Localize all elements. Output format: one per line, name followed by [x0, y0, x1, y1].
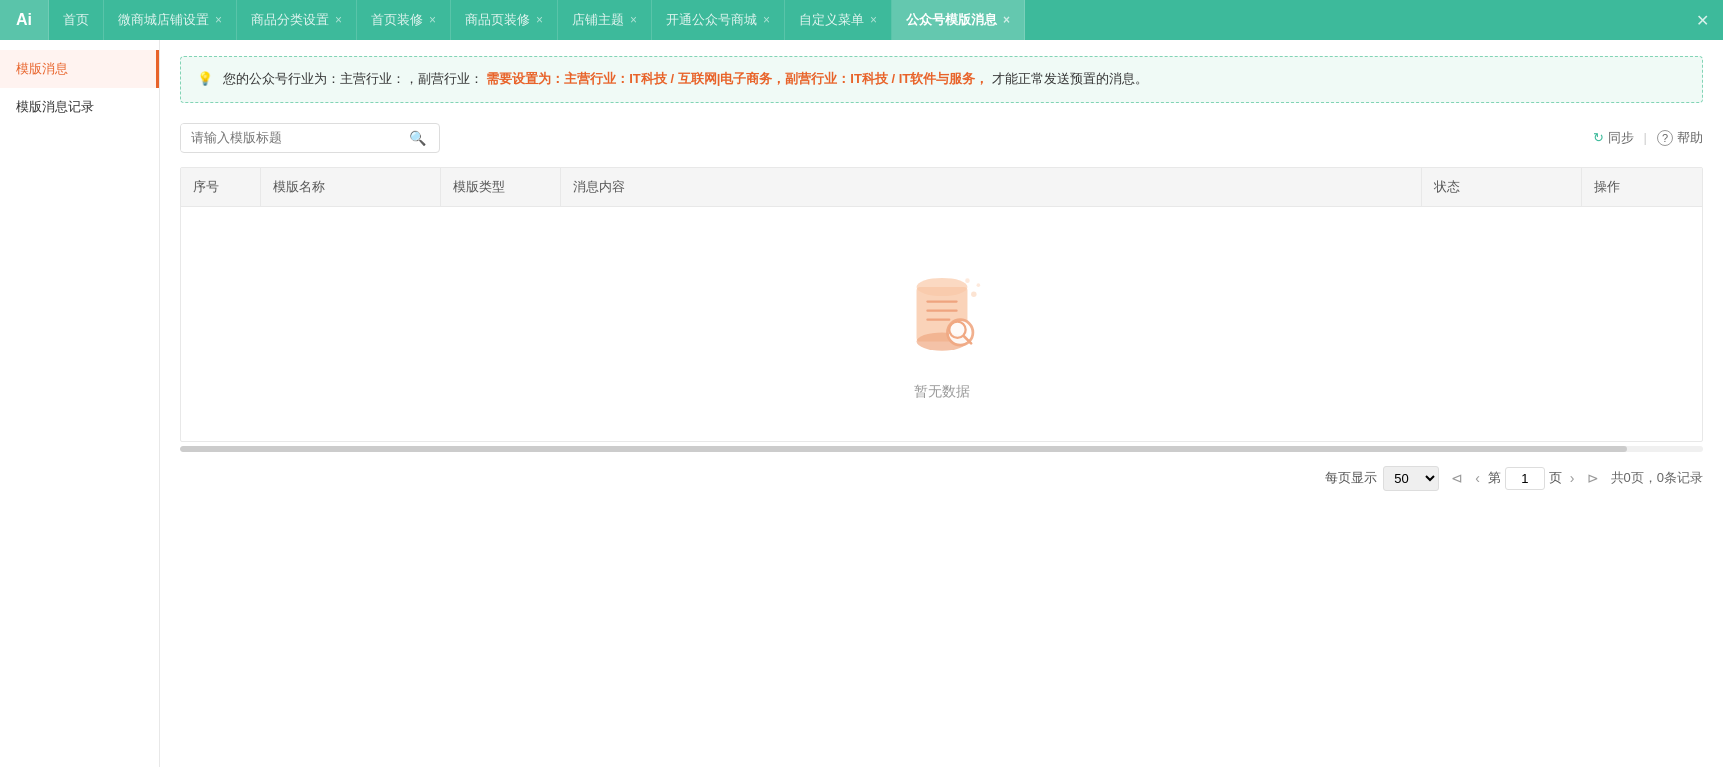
tab-close-store-theme[interactable]: × [630, 13, 637, 27]
logo-tab: Ai [0, 0, 49, 40]
lightbulb-icon: 💡 [197, 71, 213, 86]
total-records: 共0页，0条记录 [1611, 469, 1703, 487]
per-page-label: 每页显示 [1325, 469, 1377, 487]
tab-label: 公众号模版消息 [906, 11, 997, 29]
sidebar: 模版消息模版消息记录 [0, 40, 160, 767]
page-suffix: 页 [1549, 469, 1562, 487]
tab-home[interactable]: 首页 [49, 0, 104, 40]
tab-home-decor[interactable]: 首页装修 × [357, 0, 451, 40]
tab-close-template-msg[interactable]: × [1003, 13, 1010, 27]
tab-shop-setting[interactable]: 微商城店铺设置 × [104, 0, 237, 40]
svg-point-11 [965, 278, 970, 283]
col-header-状态: 状态 [1422, 168, 1582, 206]
tab-close-shop-setting[interactable]: × [215, 13, 222, 27]
tab-custom-menu[interactable]: 自定义菜单 × [785, 0, 892, 40]
table-wrap: 序号模版名称模版类型消息内容状态操作 [180, 167, 1703, 442]
tab-bar: Ai 首页微商城店铺设置×商品分类设置×首页装修×商品页装修×店铺主题×开通公众… [0, 0, 1723, 40]
tab-close-home-decor[interactable]: × [429, 13, 436, 27]
notice-highlight: 需要设置为：主营行业：IT科技 / 互联网|电子商务，副营行业：IT科技 / I… [486, 71, 988, 86]
tab-close-category-setting[interactable]: × [335, 13, 342, 27]
page-size-wrap: 每页显示 50 10 20 100 [1325, 466, 1439, 491]
horizontal-scrollbar[interactable] [180, 446, 1703, 452]
search-button[interactable]: 🔍 [401, 124, 434, 152]
per-page-select[interactable]: 50 10 20 100 [1383, 466, 1439, 491]
table-header: 序号模版名称模版类型消息内容状态操作 [181, 168, 1702, 207]
col-header-操作: 操作 [1582, 168, 1702, 206]
tab-label: 商品页装修 [465, 11, 530, 29]
tab-label: 商品分类设置 [251, 11, 329, 29]
tab-label: 首页 [63, 11, 89, 29]
page-prefix: 第 [1488, 469, 1501, 487]
sync-button[interactable]: ↻ 同步 [1593, 129, 1634, 147]
empty-text: 暂无数据 [914, 383, 970, 401]
next-page-button[interactable]: › [1566, 468, 1579, 488]
sidebar-item-template-msg[interactable]: 模版消息 [0, 50, 159, 88]
page-number-input[interactable] [1505, 467, 1545, 490]
tab-open-mall[interactable]: 开通公众号商城 × [652, 0, 785, 40]
tab-close-product-decor[interactable]: × [536, 13, 543, 27]
search-input[interactable] [181, 124, 401, 151]
svg-point-9 [971, 291, 976, 296]
tab-label: 首页装修 [371, 11, 423, 29]
toolbar-divider: | [1644, 130, 1647, 145]
pagination-row: 每页显示 50 10 20 100 ⊲ ‹ 第 页 › ⊳ 共0页，0条记录 [180, 466, 1703, 491]
help-label: 帮助 [1677, 129, 1703, 147]
tab-label: 开通公众号商城 [666, 11, 757, 29]
notice-prefix: 您的公众号行业为：主营行业：，副营行业： [223, 71, 483, 86]
sync-label: 同步 [1608, 129, 1634, 147]
prev-page-button[interactable]: ‹ [1471, 468, 1484, 488]
svg-point-10 [976, 283, 980, 287]
col-header-模版类型: 模版类型 [441, 168, 561, 206]
main-layout: 模版消息模版消息记录 💡 您的公众号行业为：主营行业：，副营行业： 需要设置为：… [0, 40, 1723, 767]
tab-category-setting[interactable]: 商品分类设置 × [237, 0, 357, 40]
help-icon: ? [1657, 130, 1673, 146]
empty-illustration [892, 267, 992, 367]
first-page-button[interactable]: ⊲ [1447, 468, 1467, 488]
tab-template-msg[interactable]: 公众号模版消息 × [892, 0, 1025, 40]
tab-close-open-mall[interactable]: × [763, 13, 770, 27]
page-nav: ⊲ ‹ 第 页 › ⊳ [1447, 467, 1602, 490]
tab-label: 微商城店铺设置 [118, 11, 209, 29]
close-all-button[interactable]: ✕ [1682, 11, 1723, 30]
content-area: 💡 您的公众号行业为：主营行业：，副营行业： 需要设置为：主营行业：IT科技 /… [160, 40, 1723, 767]
notice-suffix: 才能正常发送预置的消息。 [992, 71, 1148, 86]
sidebar-item-template-msg-record[interactable]: 模版消息记录 [0, 88, 159, 126]
search-input-wrap[interactable]: 🔍 [180, 123, 440, 153]
last-page-button[interactable]: ⊳ [1583, 468, 1603, 488]
sync-icon: ↻ [1593, 130, 1604, 145]
scrollbar-thumb [180, 446, 1627, 452]
col-header-序号: 序号 [181, 168, 261, 206]
empty-state: 暂无数据 [181, 207, 1702, 441]
tab-store-theme[interactable]: 店铺主题 × [558, 0, 652, 40]
search-icon: 🔍 [409, 130, 426, 146]
col-header-消息内容: 消息内容 [561, 168, 1422, 206]
help-button[interactable]: ? 帮助 [1657, 129, 1703, 147]
tab-label: 店铺主题 [572, 11, 624, 29]
tab-label: 自定义菜单 [799, 11, 864, 29]
notice-banner: 💡 您的公众号行业为：主营行业：，副营行业： 需要设置为：主营行业：IT科技 /… [180, 56, 1703, 103]
toolbar-right: ↻ 同步 | ? 帮助 [1593, 129, 1703, 147]
search-toolbar-row: 🔍 ↻ 同步 | ? 帮助 [180, 123, 1703, 153]
tab-close-custom-menu[interactable]: × [870, 13, 877, 27]
col-header-模版名称: 模版名称 [261, 168, 441, 206]
tab-product-decor[interactable]: 商品页装修 × [451, 0, 558, 40]
